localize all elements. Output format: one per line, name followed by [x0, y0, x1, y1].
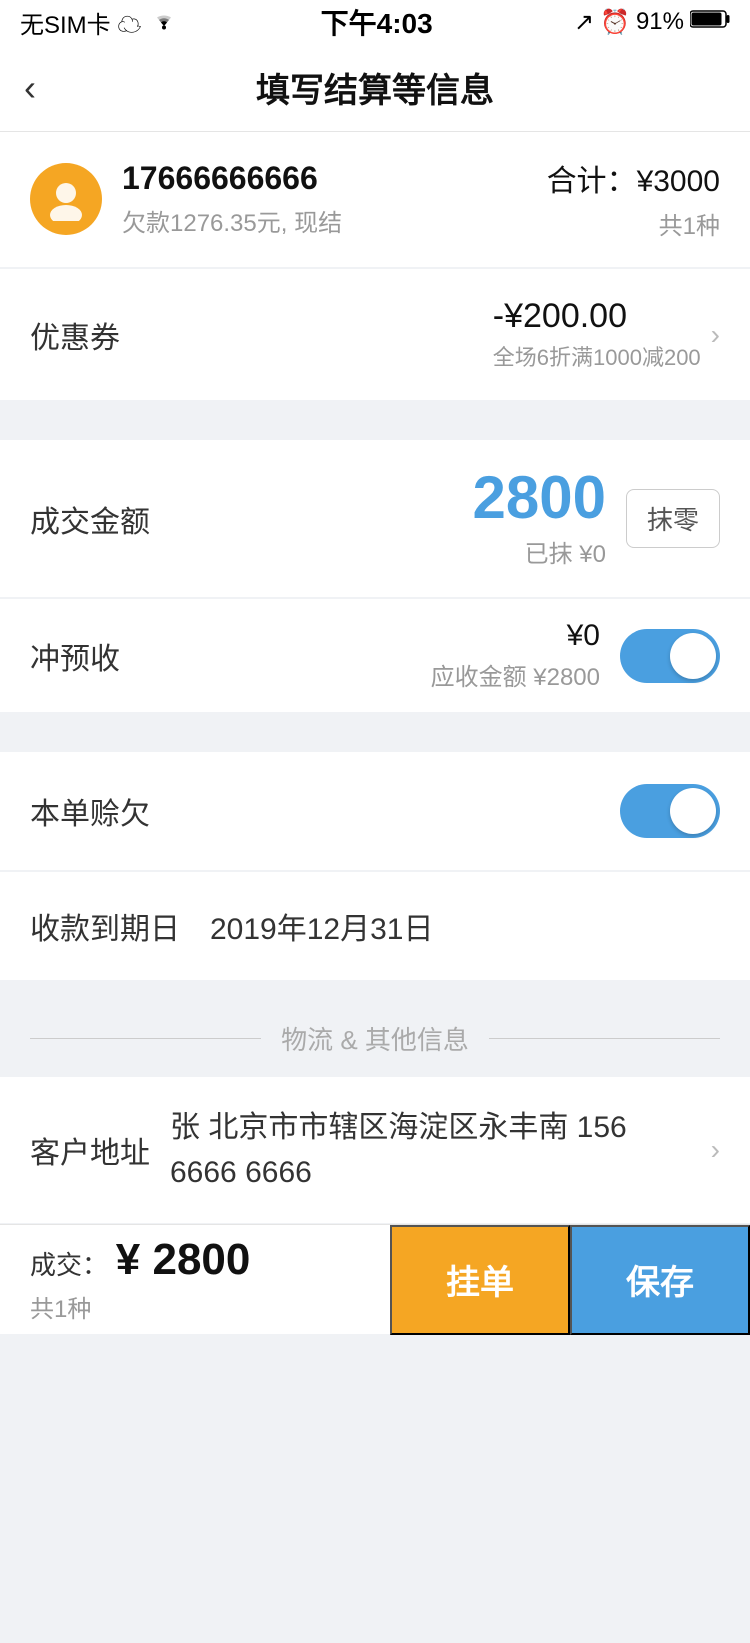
- bottom-bar: 成交： ¥ 2800 共1种 挂单 保存: [0, 1224, 750, 1334]
- coupon-right: -¥200.00 全场6折满1000减200 ›: [493, 297, 720, 372]
- coupon-desc: 全场6折满1000减200: [493, 340, 701, 372]
- total-count: 共1种: [547, 206, 720, 241]
- customer-info: 17666666666 欠款1276.35元, 现结: [122, 160, 342, 238]
- logistics-text: 物流 & 其他信息: [281, 1020, 469, 1057]
- sim-label: 无SIM卡 ☁: [20, 5, 141, 40]
- status-left: 无SIM卡 ☁: [20, 5, 179, 40]
- battery-label: 91%: [636, 8, 684, 36]
- logistics-divider: 物流 & 其他信息: [0, 1000, 750, 1077]
- chong-toggle[interactable]: [620, 629, 720, 683]
- address-arrow-icon: ›: [711, 1134, 720, 1166]
- status-time: 下午4:03: [321, 2, 433, 42]
- toggle-knob: [670, 633, 716, 679]
- deal-amount-number: 2800: [473, 468, 606, 528]
- chong-row: 冲预收 ¥0 应收金额 ¥2800: [0, 599, 750, 712]
- content: 17666666666 欠款1276.35元, 现结 合计：¥3000 共1种 …: [0, 132, 750, 1643]
- deal-amount-card: 成交金额 2800 已抹 ¥0 抹零 冲预收 ¥0 应收金额 ¥2800: [0, 440, 750, 712]
- battery-icon: [690, 8, 730, 36]
- logistics-line-left: [30, 1038, 261, 1039]
- chong-label: 冲预收: [30, 634, 120, 678]
- customer-row: 17666666666 欠款1276.35元, 现结 合计：¥3000 共1种: [0, 132, 750, 265]
- customer-left: 17666666666 欠款1276.35元, 现结: [30, 160, 342, 238]
- address-label: 客户地址: [30, 1128, 150, 1172]
- bendan-label: 本单赊欠: [30, 789, 150, 833]
- bottom-deal-label: 成交：: [30, 1250, 108, 1280]
- section-gap-1: [0, 420, 750, 440]
- deal-amount-value: 2800 已抹 ¥0 抹零: [473, 468, 721, 569]
- chong-amount: ¥0: [431, 619, 600, 653]
- bendan-toggle-knob: [670, 788, 716, 834]
- avatar: [30, 163, 102, 235]
- chong-right: ¥0 应收金额 ¥2800: [431, 619, 720, 692]
- deal-sub: 已抹 ¥0: [473, 534, 606, 569]
- section-gap-2: [0, 732, 750, 752]
- date-value: 2019年12月31日: [210, 904, 433, 948]
- date-label: 收款到期日: [30, 904, 180, 948]
- coupon-row[interactable]: 优惠券 -¥200.00 全场6折满1000减200 ›: [0, 269, 750, 400]
- address-content: 张 北京市市辖区海淀区永丰南 156 6666 6666: [170, 1105, 691, 1195]
- bottom-amount: ¥ 2800: [116, 1235, 251, 1284]
- bottom-count: 共1种: [30, 1289, 360, 1324]
- date-row: 收款到期日 2019年12月31日: [0, 872, 750, 980]
- bottom-deal-line: 成交： ¥ 2800: [30, 1235, 360, 1285]
- hang-button[interactable]: 挂单: [390, 1225, 570, 1335]
- deal-amount-row: 成交金额 2800 已抹 ¥0 抹零: [0, 440, 750, 597]
- coupon-info: -¥200.00 全场6折满1000减200: [493, 297, 701, 372]
- deal-amount-label: 成交金额: [30, 497, 150, 541]
- address-row[interactable]: 客户地址 张 北京市市辖区海淀区永丰南 156 6666 6666 ›: [0, 1077, 750, 1223]
- chong-receivable: 应收金额 ¥2800: [431, 657, 600, 692]
- coupon-discount: -¥200.00: [493, 297, 701, 336]
- coupon-arrow-icon: ›: [711, 319, 720, 351]
- bottom-summary: 成交： ¥ 2800 共1种: [0, 1235, 390, 1324]
- page-title: 填写结算等信息: [256, 63, 494, 112]
- wifi-icon: [149, 8, 179, 37]
- customer-total: 合计：¥3000 共1种: [547, 156, 720, 241]
- coupon-label: 优惠券: [30, 313, 120, 357]
- total-amount: 合计：¥3000: [547, 156, 720, 200]
- back-button[interactable]: ‹: [24, 67, 36, 109]
- bendan-toggle[interactable]: [620, 784, 720, 838]
- nav-bar: ‹ 填写结算等信息: [0, 44, 750, 132]
- round-zero-button[interactable]: 抹零: [626, 489, 720, 548]
- logistics-line-right: [489, 1038, 720, 1039]
- bendan-row: 本单赊欠: [0, 752, 750, 870]
- customer-phone: 17666666666: [122, 160, 342, 197]
- location-icon: ↗: [574, 8, 594, 37]
- status-right: ↗ ⏰ 91%: [574, 8, 730, 37]
- status-bar: 无SIM卡 ☁ 下午4:03 ↗ ⏰ 91%: [0, 0, 750, 44]
- save-button[interactable]: 保存: [570, 1225, 750, 1335]
- alarm-icon: ⏰: [600, 8, 630, 37]
- deal-amount-container: 2800 已抹 ¥0: [473, 468, 606, 569]
- customer-debt: 欠款1276.35元, 现结: [122, 203, 342, 238]
- bendan-card: 本单赊欠 收款到期日 2019年12月31日: [0, 752, 750, 980]
- customer-card: 17666666666 欠款1276.35元, 现结 合计：¥3000 共1种 …: [0, 132, 750, 400]
- chong-values: ¥0 应收金额 ¥2800: [431, 619, 600, 692]
